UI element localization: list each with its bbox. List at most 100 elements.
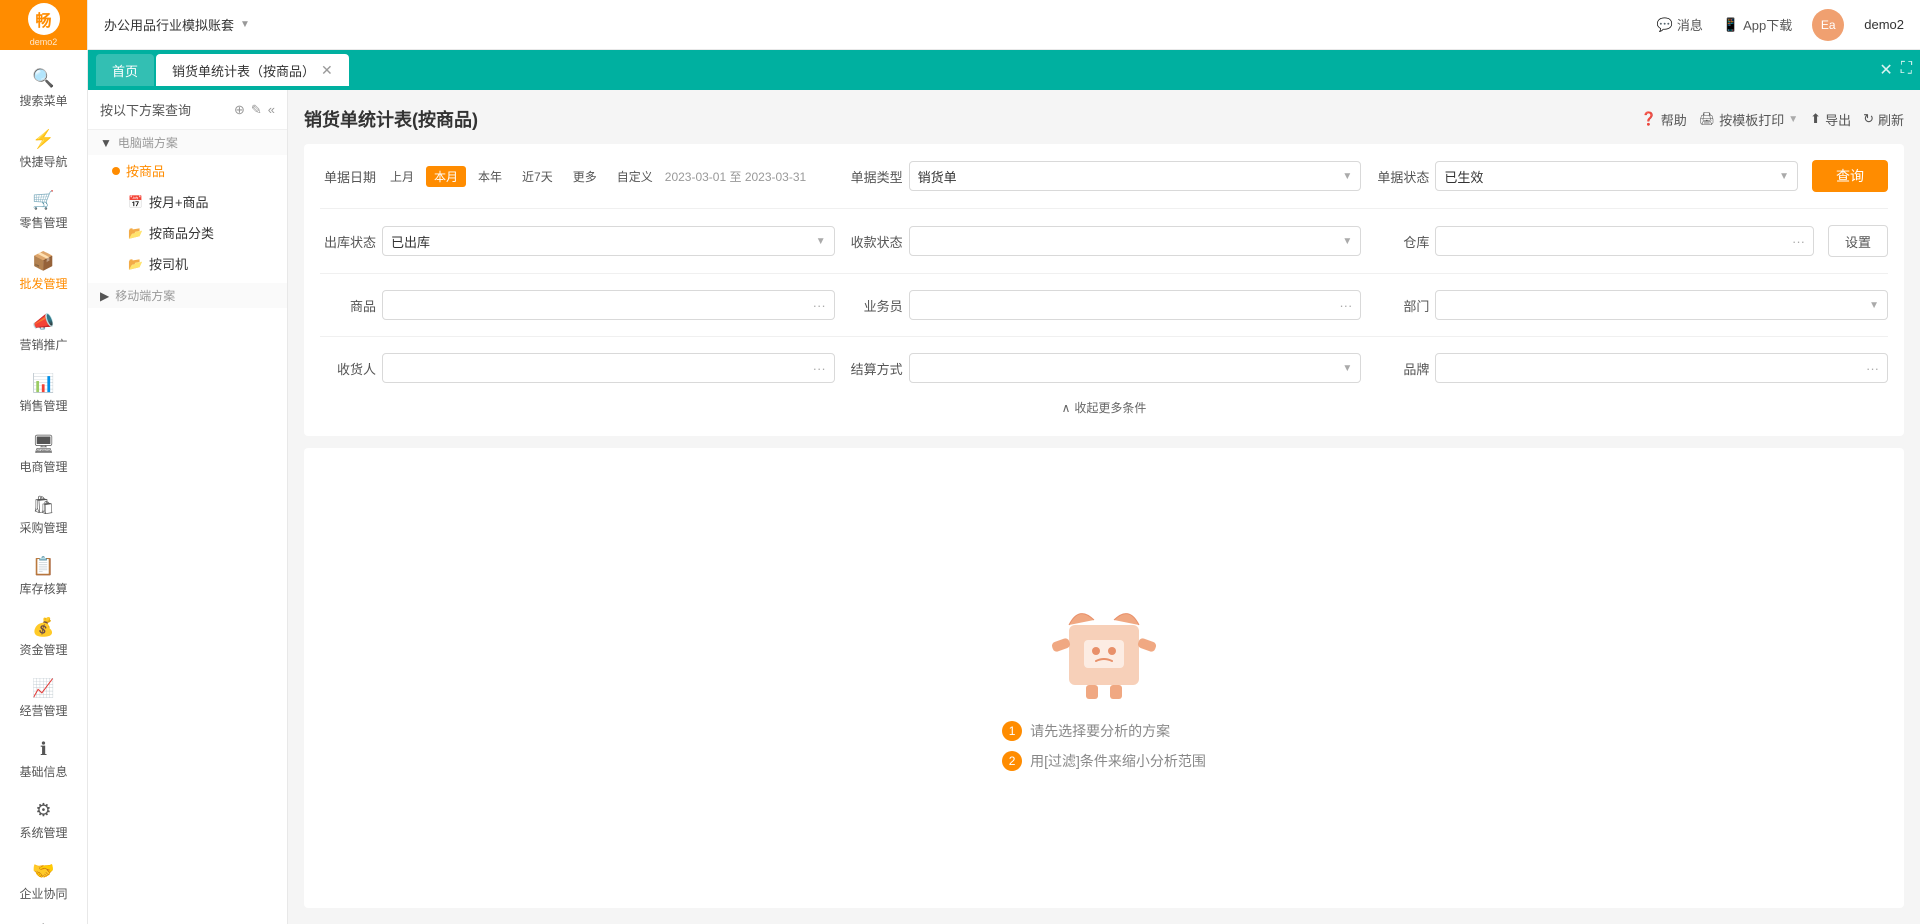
receiver-input[interactable]: ···	[382, 353, 835, 383]
query-button[interactable]: 查询	[1812, 160, 1888, 192]
settlement-arrow: ▼	[1342, 363, 1352, 374]
filter-product: 商品 ···	[320, 290, 835, 320]
sidebar-item-finance[interactable]: 💰 资金管理	[0, 607, 87, 668]
filter-warehouse: 仓库 ··· 设置	[1373, 225, 1888, 257]
dept-arrow: ▼	[1869, 300, 1879, 311]
doc-type-select[interactable]: 销货单 ▼	[909, 161, 1362, 191]
sidebar-item-quicknav-label: 快捷导航	[19, 153, 67, 170]
collapse-panel-icon[interactable]: «	[268, 102, 275, 118]
dept-select[interactable]: ▼	[1435, 290, 1888, 320]
logo-text: demo2	[30, 37, 58, 47]
system-icon: ⚙	[35, 800, 51, 821]
dept-label: 部门	[1373, 296, 1429, 315]
quicknav-icon: ⚡	[32, 129, 54, 150]
help-btn[interactable]: ❓ 帮助	[1641, 110, 1687, 129]
tabbar-close-all-icon[interactable]: ✕	[1879, 60, 1892, 80]
message-btn[interactable]: 💬 消息	[1657, 15, 1703, 34]
date-tab-more[interactable]: 更多	[565, 166, 605, 187]
content: 按以下方案查询 ⊕ ✎ « ▼ 电脑端方案 按商品 📅 按月+商品 📂	[88, 90, 1920, 924]
receiver-label: 收货人	[320, 359, 376, 378]
refresh-label: 刷新	[1878, 110, 1904, 129]
left-panel: 按以下方案查询 ⊕ ✎ « ▼ 电脑端方案 按商品 📅 按月+商品 📂	[88, 90, 288, 924]
app-download-label: App下载	[1743, 15, 1792, 34]
app-selector[interactable]: 办公用品行业模拟账套 ▼	[104, 15, 250, 34]
tree-item-by-category-label: 按商品分类	[149, 223, 214, 242]
refresh-btn[interactable]: ↻ 刷新	[1863, 110, 1904, 129]
warehouse-input[interactable]: ···	[1435, 226, 1814, 256]
product-input[interactable]: ···	[382, 290, 835, 320]
edit-scheme-icon[interactable]: ✎	[251, 102, 262, 118]
sidebar-item-basic[interactable]: ℹ 基础信息	[0, 729, 87, 790]
by-month-product-icon: 📅	[128, 195, 143, 209]
brand-input[interactable]: ···	[1435, 353, 1888, 383]
filter-row-3: 商品 ··· 业务员 ···	[320, 290, 1888, 320]
tree-mobile-expand-icon[interactable]: ▶	[100, 289, 109, 303]
collapse-up-icon: ∧	[1062, 401, 1071, 415]
tree-item-by-product[interactable]: 按商品	[88, 155, 287, 186]
sidebar-item-enterprise[interactable]: 🤝 企业协同	[0, 851, 87, 912]
app-download-btn[interactable]: 📱 App下载	[1723, 15, 1792, 34]
avatar[interactable]: Ea	[1812, 9, 1844, 41]
sidebar-item-marketing[interactable]: 📣 营销推广	[0, 302, 87, 363]
tabbar-fullscreen-icon[interactable]: ⛶	[1901, 60, 1912, 80]
out-status-select[interactable]: 已出库 ▼	[382, 226, 835, 256]
sidebar-item-quicknav[interactable]: ⚡ 快捷导航	[0, 119, 87, 180]
user-name[interactable]: demo2	[1864, 17, 1904, 32]
sidebar-item-ecommerce[interactable]: 🖥 电商管理	[0, 424, 87, 485]
date-tab-this-year[interactable]: 本年	[470, 166, 510, 187]
doc-status-select[interactable]: 已生效 ▼	[1435, 161, 1798, 191]
export-label: 导出	[1825, 110, 1851, 129]
brand-dots[interactable]: ···	[1866, 361, 1879, 376]
date-tab-custom[interactable]: 自定义	[609, 166, 661, 187]
logo[interactable]: 畅 demo2	[0, 0, 87, 50]
sidebar-item-purchase-label: 采购管理	[19, 519, 67, 536]
message-icon: 💬	[1657, 17, 1673, 33]
main-area: 办公用品行业模拟账套 ▼ 💬 消息 📱 App下载 Ea demo2 首页 销货…	[88, 0, 1920, 924]
pay-status-select[interactable]: ▼	[909, 226, 1362, 256]
sidebar-item-stock[interactable]: 📋 库存核算	[0, 546, 87, 607]
tree-expand-icon[interactable]: ▼	[100, 136, 112, 150]
filter-salesman: 业务员 ···	[847, 290, 1362, 320]
sidebar: 畅 demo2 🔍 搜索菜单 ⚡ 快捷导航 🛒 零售管理 📦 批发管理 📣 营销…	[0, 0, 88, 924]
date-tab-last-month[interactable]: 上月	[382, 166, 422, 187]
settings-button[interactable]: 设置	[1828, 225, 1888, 257]
collapse-btn[interactable]: ∧ 收起更多条件	[1062, 399, 1147, 416]
print-label: 按模板打印	[1719, 110, 1784, 129]
tab-close-icon[interactable]: ✕	[321, 63, 333, 77]
sidebar-item-search[interactable]: 🔍 搜索菜单	[0, 58, 87, 119]
tab-home[interactable]: 首页	[96, 54, 154, 86]
product-dots[interactable]: ···	[813, 298, 826, 313]
export-btn[interactable]: ⬆ 导出	[1810, 110, 1851, 129]
mobile-section-label: 移动端方案	[115, 287, 175, 304]
refresh-icon: ↻	[1863, 111, 1874, 127]
tree-item-by-category[interactable]: 📂 按商品分类	[88, 217, 287, 248]
sidebar-item-sales[interactable]: 📊 销售管理	[0, 363, 87, 424]
sidebar-item-operation[interactable]: 📈 经营管理	[0, 668, 87, 729]
settlement-select[interactable]: ▼	[909, 353, 1362, 383]
empty-num-2: 2	[1002, 751, 1022, 771]
filter-brand: 品牌 ···	[1373, 353, 1888, 383]
salesman-dots[interactable]: ···	[1339, 298, 1352, 313]
page-actions: ❓ 帮助 🖨 按模板打印 ▼ ⬆ 导出 ↻ 刷新	[1641, 110, 1904, 129]
date-tab-7days[interactable]: 近7天	[514, 166, 561, 187]
tree-item-by-cashier[interactable]: 📂 按司机	[88, 248, 287, 279]
tab-sales-stat[interactable]: 销货单统计表（按商品） ✕	[156, 54, 349, 86]
left-panel-header-icons: ⊕ ✎ «	[234, 102, 275, 118]
date-tab-this-month[interactable]: 本月	[426, 166, 466, 187]
add-scheme-icon[interactable]: ⊕	[234, 102, 245, 118]
sidebar-item-system[interactable]: ⚙ 系统管理	[0, 790, 87, 851]
sidebar-item-newbie[interactable]: 🎓 新手引导	[0, 912, 87, 924]
tree-item-by-product-label: 按商品	[126, 161, 165, 180]
print-btn[interactable]: 🖨 按模板打印 ▼	[1699, 110, 1798, 129]
sidebar-item-purchase[interactable]: 🛍 采购管理	[0, 485, 87, 546]
sidebar-item-wholesale[interactable]: 📦 批发管理	[0, 241, 87, 302]
salesman-input[interactable]: ···	[909, 290, 1362, 320]
pay-status-label: 收款状态	[847, 232, 903, 251]
warehouse-dots[interactable]: ···	[1792, 234, 1805, 249]
sidebar-item-retail[interactable]: 🛒 零售管理	[0, 180, 87, 241]
collapse-row: ∧ 收起更多条件	[320, 395, 1888, 420]
empty-svg	[1034, 585, 1174, 705]
tabbar: 首页 销货单统计表（按商品） ✕ ✕ ⛶	[88, 50, 1920, 90]
tree-item-by-month-product[interactable]: 📅 按月+商品	[88, 186, 287, 217]
receiver-dots[interactable]: ···	[813, 361, 826, 376]
